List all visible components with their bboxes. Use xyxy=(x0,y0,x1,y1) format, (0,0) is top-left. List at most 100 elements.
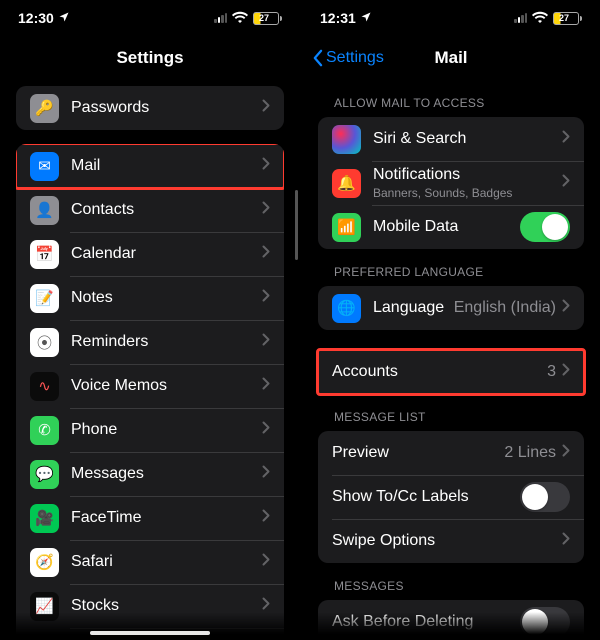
back-button[interactable]: Settings xyxy=(312,49,384,67)
mail-settings-list: ALLOW MAIL TO ACCESS Siri & Search🔔Notif… xyxy=(302,80,600,640)
chevron-right-icon xyxy=(262,333,270,351)
status-time: 12:31 xyxy=(320,10,356,26)
chevron-right-icon xyxy=(262,99,270,117)
app-icon xyxy=(332,125,361,154)
wifi-icon xyxy=(232,11,248,26)
chevron-right-icon xyxy=(562,444,570,462)
cell-signal-icon xyxy=(514,13,527,23)
row-label: Language xyxy=(373,299,454,317)
toggle[interactable] xyxy=(520,212,570,242)
toggle[interactable] xyxy=(520,482,570,512)
toggle[interactable] xyxy=(520,607,570,637)
status-bar: 12:31 27 xyxy=(302,0,600,36)
chevron-right-icon xyxy=(562,130,570,148)
app-icon: ∿ xyxy=(30,372,59,401)
chevron-right-icon xyxy=(262,201,270,219)
row-language[interactable]: 🌐 Language English (India) xyxy=(318,286,584,330)
chevron-right-icon xyxy=(262,509,270,527)
row-preview[interactable]: Preview2 Lines xyxy=(318,431,584,475)
row-label: Siri & Search xyxy=(373,130,562,148)
row-label: Voice Memos xyxy=(71,377,262,395)
wifi-icon xyxy=(532,11,548,26)
section-header-allow: ALLOW MAIL TO ACCESS xyxy=(302,80,600,117)
status-bar: 12:30 27 xyxy=(0,0,300,36)
row-voice-memos[interactable]: ∿ Voice Memos xyxy=(16,364,284,408)
row-label: Safari xyxy=(71,553,262,571)
row-mobile-data[interactable]: 📶 Mobile Data xyxy=(318,205,584,249)
back-label: Settings xyxy=(326,49,384,67)
row-label: Passwords xyxy=(71,99,262,117)
row-ask-before-deleting[interactable]: Ask Before Deleting xyxy=(318,600,584,640)
row-notifications[interactable]: 🔔NotificationsBanners, Sounds, Badges xyxy=(318,161,584,205)
chevron-right-icon xyxy=(562,174,570,192)
nav-header: Settings xyxy=(0,36,300,80)
row-show-to-cc-labels[interactable]: Show To/Cc Labels xyxy=(318,475,584,519)
row-swipe-options[interactable]: Swipe Options xyxy=(318,519,584,563)
row-sublabel: Banners, Sounds, Badges xyxy=(373,186,562,200)
row-label: Contacts xyxy=(71,201,262,219)
row-detail: English (India) xyxy=(454,299,556,317)
scroll-indicator xyxy=(295,190,298,260)
row-messages[interactable]: 💬Messages xyxy=(16,452,284,496)
chevron-right-icon xyxy=(262,465,270,483)
app-icon: 📶 xyxy=(332,213,361,242)
chevron-right-icon xyxy=(262,289,270,307)
chevron-right-icon xyxy=(262,421,270,439)
row-label: FaceTime xyxy=(71,509,262,527)
row-phone[interactable]: ✆Phone xyxy=(16,408,284,452)
battery-icon: 27 xyxy=(553,12,582,25)
row-label: Swipe Options xyxy=(332,532,562,550)
chevron-right-icon xyxy=(262,377,270,395)
row-label: Messages xyxy=(71,465,262,483)
phone-settings: 12:30 27 Settings 🔑 Passwords ✉︎Mail👤Conta… xyxy=(0,0,300,640)
row-label: Preview xyxy=(332,444,504,462)
page-title: Settings xyxy=(116,48,183,68)
row-label: Phone xyxy=(71,421,262,439)
chevron-right-icon xyxy=(562,363,570,381)
row-calendar[interactable]: 📅 Calendar xyxy=(16,232,284,276)
nav-header: Settings Mail xyxy=(302,36,600,80)
section-header-message-list: MESSAGE LIST xyxy=(302,394,600,431)
settings-list: 🔑 Passwords ✉︎Mail👤Contacts 📅 Calendar 📝 Notes… xyxy=(0,80,300,640)
battery-icon: 27 xyxy=(253,12,282,25)
row-label: Reminders xyxy=(71,333,262,351)
row-label: Ask Before Deleting xyxy=(332,613,520,631)
row-accounts[interactable]: Accounts 3 xyxy=(318,350,584,394)
app-icon: ✉︎ xyxy=(30,152,59,181)
globe-icon: 🌐 xyxy=(332,294,361,323)
phone-mail-settings: 12:31 27 Settings Mail ALLOW MAIL TO ACC… xyxy=(300,0,600,640)
chevron-right-icon xyxy=(562,532,570,550)
row-passwords[interactable]: 🔑 Passwords xyxy=(16,86,284,130)
location-arrow-icon xyxy=(360,10,372,26)
row-label: Notifications xyxy=(373,166,562,184)
app-icon: 🎥 xyxy=(30,504,59,533)
row-facetime[interactable]: 🎥 FaceTime xyxy=(16,496,284,540)
row-detail: 3 xyxy=(547,363,556,381)
row-safari[interactable]: 🧭 Safari xyxy=(16,540,284,584)
app-icon: ⛅ xyxy=(30,636,59,640)
row-label: Notes xyxy=(71,289,262,307)
chevron-right-icon xyxy=(262,553,270,571)
app-icon: 📅 xyxy=(30,240,59,269)
row-label: Accounts xyxy=(332,363,547,381)
row-notes[interactable]: 📝 Notes xyxy=(16,276,284,320)
row-label: Mobile Data xyxy=(373,218,520,236)
row-stocks[interactable]: 📈Stocks xyxy=(16,584,284,628)
app-icon: 🔑 xyxy=(30,94,59,123)
chevron-right-icon xyxy=(262,597,270,615)
chevron-right-icon xyxy=(262,245,270,263)
section-header-messages: MESSAGES xyxy=(302,563,600,600)
row-mail[interactable]: ✉︎Mail xyxy=(16,144,284,188)
row-siri-search[interactable]: Siri & Search xyxy=(318,117,584,161)
app-icon: ⦿ xyxy=(30,328,59,357)
row-contacts[interactable]: 👤Contacts xyxy=(16,188,284,232)
app-icon: 🧭 xyxy=(30,548,59,577)
row-label: Calendar xyxy=(71,245,262,263)
status-time: 12:30 xyxy=(18,10,54,26)
row-label: Stocks xyxy=(71,597,262,615)
app-icon: 📝 xyxy=(30,284,59,313)
row-reminders[interactable]: ⦿ Reminders xyxy=(16,320,284,364)
chevron-right-icon xyxy=(262,157,270,175)
cell-signal-icon xyxy=(214,13,227,23)
page-title: Mail xyxy=(434,48,467,68)
